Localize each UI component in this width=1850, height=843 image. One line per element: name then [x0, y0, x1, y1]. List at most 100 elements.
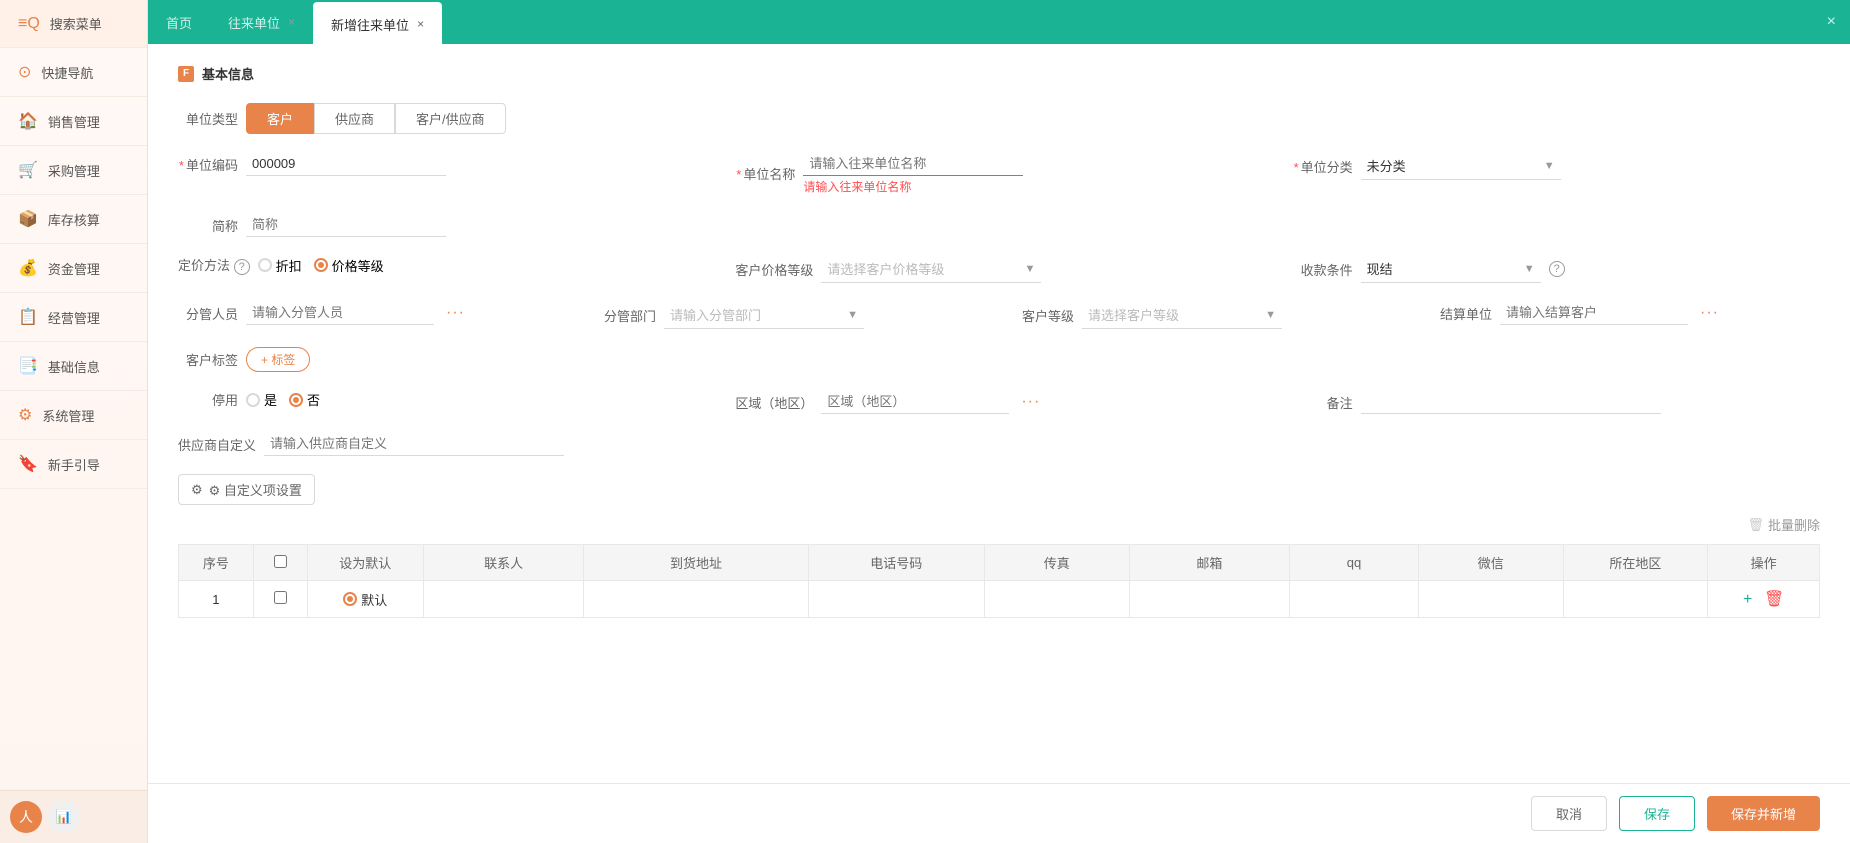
sidebar-item-operations[interactable]: 📋 经营管理: [0, 293, 147, 342]
operations-icon: 📋: [18, 307, 38, 327]
delete-row-button[interactable]: 🗑: [1760, 591, 1788, 608]
supplier-custom-input[interactable]: [264, 432, 564, 456]
radio-price-level[interactable]: 价格等级: [314, 256, 384, 275]
add-tag-button[interactable]: + 标签: [246, 347, 310, 372]
region-field: 区域（地区） ···: [735, 390, 1262, 414]
cell-phone[interactable]: [808, 581, 984, 618]
settlement-more-btn[interactable]: ···: [1696, 304, 1723, 322]
region-more-btn[interactable]: ···: [1017, 393, 1044, 411]
cell-contact[interactable]: [423, 581, 584, 618]
tab-partners-close[interactable]: ×: [288, 15, 295, 29]
save-new-button[interactable]: 保存并新增: [1707, 796, 1820, 831]
email-input[interactable]: [1169, 592, 1249, 607]
save-button[interactable]: 保存: [1619, 796, 1695, 831]
cell-wechat[interactable]: [1418, 581, 1563, 618]
cancel-button[interactable]: 取消: [1531, 796, 1607, 831]
radio-discount[interactable]: 折扣: [258, 256, 302, 275]
short-name-row: 简称: [178, 213, 1820, 237]
unit-code-input[interactable]: [246, 152, 446, 176]
wechat-input[interactable]: [1456, 592, 1526, 607]
sidebar-item-finance[interactable]: 💰 资金管理: [0, 244, 147, 293]
sidebar-item-purchase[interactable]: 🛒 采购管理: [0, 146, 147, 195]
radio-discount-circle: [258, 258, 272, 272]
short-name-input[interactable]: [246, 213, 446, 237]
col-default: 设为默认: [307, 545, 423, 581]
custom-settings-button[interactable]: ⚙ ⚙ 自定义项设置: [178, 474, 315, 505]
row-checkbox[interactable]: [274, 591, 287, 604]
tab-new-partner-close[interactable]: ×: [417, 17, 424, 31]
section-title-text: 基本信息: [202, 64, 254, 83]
col-region: 所在地区: [1563, 545, 1708, 581]
cell-email[interactable]: [1129, 581, 1290, 618]
radio-yes[interactable]: 是: [246, 390, 277, 409]
tab-new-partner[interactable]: 新增往来单位 ×: [313, 2, 442, 46]
inventory-icon: 📦: [18, 209, 38, 229]
radio-no-circle: [289, 393, 303, 407]
form-footer: 取消 保存 保存并新增: [148, 783, 1850, 843]
fax-input[interactable]: [1022, 592, 1092, 607]
guide-icon: 🔖: [18, 454, 38, 474]
code-name-category-row: *单位编码 *单位名称 请输入往来单位名称 *单位分类 未分类 ▼: [178, 152, 1820, 195]
department-select[interactable]: 请输入分管部门 ▼: [664, 301, 864, 329]
sidebar-item-system[interactable]: ⚙ 系统管理: [0, 391, 147, 440]
cell-checkbox[interactable]: [253, 581, 307, 618]
contact-input[interactable]: [464, 592, 544, 607]
main-area: 首页 往来单位 × 新增往来单位 × × F 基本信息 单位类型 客户 供应商: [148, 0, 1850, 843]
payment-condition-field: 收款条件 现结 ▼ ?: [1293, 255, 1820, 283]
sidebar-item-label: 销售管理: [48, 112, 100, 131]
quick-nav-icon: ⊙: [18, 62, 31, 82]
tab-partners[interactable]: 往来单位 ×: [210, 0, 313, 44]
qq-input[interactable]: [1324, 592, 1384, 607]
unit-type-customer[interactable]: 客户: [246, 103, 314, 134]
customer-price-level-label: 客户价格等级: [735, 260, 813, 279]
select-all-checkbox[interactable]: [274, 555, 287, 568]
pricing-help-icon[interactable]: ?: [234, 259, 250, 275]
address-input[interactable]: [636, 592, 756, 607]
form-content: F 基本信息 单位类型 客户 供应商 客户/供应商 *单位编码 *单位名称: [148, 44, 1850, 783]
customer-level-select[interactable]: 请选择客户等级 ▼: [1082, 301, 1282, 329]
unit-category-select[interactable]: 未分类 ▼: [1361, 152, 1561, 180]
sidebar-item-quick-nav[interactable]: ⊙ 快捷导航: [0, 48, 147, 97]
batch-delete-label[interactable]: 批量删除: [1768, 515, 1820, 534]
radio-no[interactable]: 否: [289, 390, 320, 409]
cell-address[interactable]: [584, 581, 808, 618]
unit-type-both[interactable]: 客户/供应商: [395, 103, 506, 134]
remark-input[interactable]: [1361, 390, 1661, 414]
payment-help-icon[interactable]: ?: [1549, 261, 1565, 277]
payment-condition-select[interactable]: 现结 ▼: [1361, 255, 1541, 283]
batch-delete-area: 🗑 批量删除: [178, 515, 1820, 534]
cell-region[interactable]: [1563, 581, 1708, 618]
sidebar-item-base-info[interactable]: 📑 基础信息: [0, 342, 147, 391]
cell-qq[interactable]: [1290, 581, 1419, 618]
unit-type-supplier[interactable]: 供应商: [314, 103, 395, 134]
disabled-field: 停用 是 否: [178, 390, 705, 409]
unit-name-input[interactable]: [803, 152, 1023, 176]
cell-seq: 1: [179, 581, 254, 618]
sidebar-item-guide[interactable]: 🔖 新手引导: [0, 440, 147, 489]
sidebar-item-sales[interactable]: 🏠 销售管理: [0, 97, 147, 146]
sidebar-item-label: 资金管理: [48, 259, 100, 278]
col-checkbox-header[interactable]: [253, 545, 307, 581]
sidebar-item-inventory[interactable]: 📦 库存核算: [0, 195, 147, 244]
default-radio[interactable]: 默认: [318, 590, 413, 609]
add-row-button[interactable]: +: [1739, 591, 1756, 608]
close-all-tabs[interactable]: ×: [1813, 13, 1850, 31]
manager-input[interactable]: [246, 301, 434, 325]
tab-home[interactable]: 首页: [148, 0, 210, 44]
region-input[interactable]: [821, 390, 1009, 414]
chevron-down-icon-4: ▼: [847, 309, 858, 321]
radio-price-level-circle: [314, 258, 328, 272]
cell-fax[interactable]: [984, 581, 1129, 618]
phone-input[interactable]: [851, 592, 941, 607]
manager-label: 分管人员: [178, 304, 238, 323]
col-fax: 传真: [984, 545, 1129, 581]
col-email: 邮箱: [1129, 545, 1290, 581]
supplier-custom-field: 供应商自定义: [178, 432, 1820, 456]
region-cell-input[interactable]: [1600, 592, 1670, 607]
manager-more-btn[interactable]: ···: [442, 304, 469, 322]
col-wechat: 微信: [1418, 545, 1563, 581]
settlement-unit-input[interactable]: [1500, 301, 1688, 325]
col-action: 操作: [1708, 545, 1820, 581]
sidebar-item-search[interactable]: ≡Q 搜索菜单: [0, 0, 147, 48]
customer-price-level-select[interactable]: 请选择客户价格等级 ▼: [821, 255, 1041, 283]
